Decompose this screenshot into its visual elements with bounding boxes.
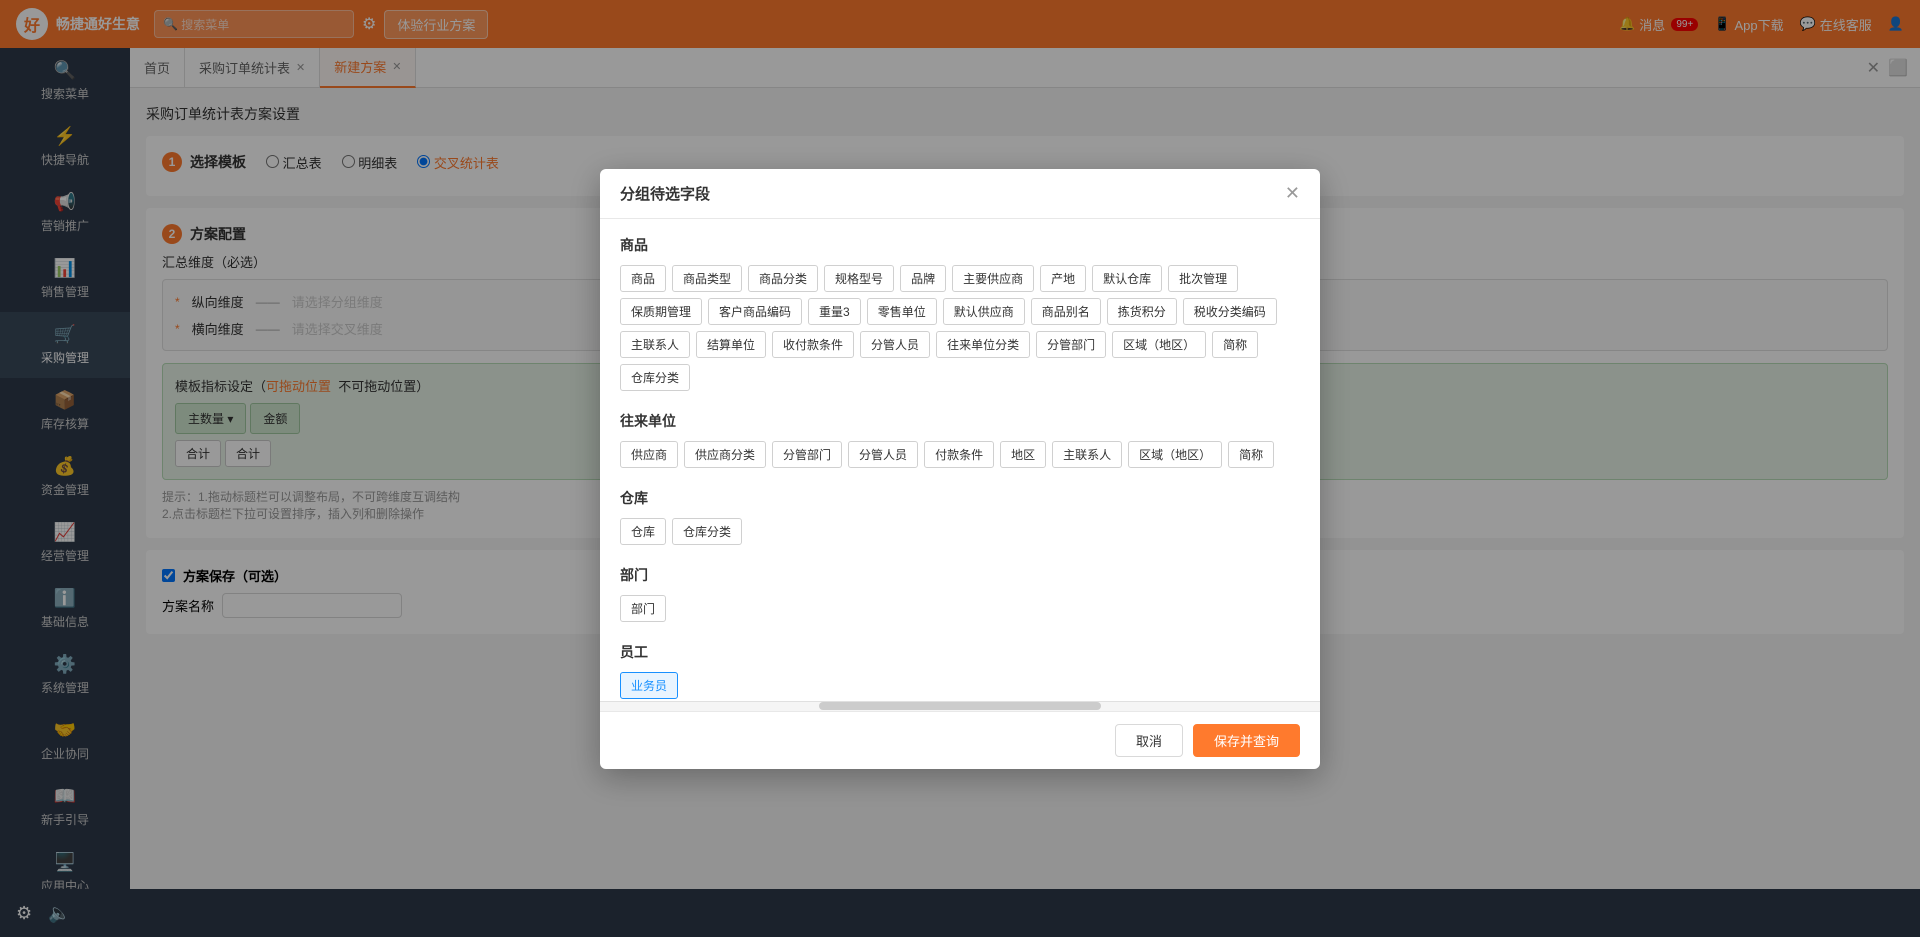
field-tag[interactable]: 品牌 [900,265,946,292]
field-tag[interactable]: 税收分类编码 [1183,298,1277,325]
field-tag[interactable]: 分管部门 [772,441,842,468]
field-section-部门: 部门部门 [620,565,1300,622]
field-section-仓库: 仓库仓库仓库分类 [620,488,1300,545]
field-tag[interactable]: 仓库分类 [672,518,742,545]
field-tag[interactable]: 供应商分类 [684,441,766,468]
field-tag[interactable]: 重量3 [808,298,861,325]
save-query-button[interactable]: 保存并查询 [1193,724,1300,757]
field-section-员工: 员工业务员 [620,642,1300,699]
field-tag[interactable]: 收付款条件 [772,331,854,358]
field-tag[interactable]: 结算单位 [696,331,766,358]
field-tag[interactable]: 商品别名 [1031,298,1101,325]
dialog-body: 商品商品商品类型商品分类规格型号品牌主要供应商产地默认仓库批次管理保质期管理客户… [600,219,1320,701]
field-tag[interactable]: 默认仓库 [1092,265,1162,292]
dialog-close-button[interactable]: ✕ [1285,183,1300,204]
dialog-title: 分组待选字段 [620,183,710,204]
field-tag[interactable]: 商品类型 [672,265,742,292]
field-tags: 仓库仓库分类 [620,518,1300,545]
field-tag[interactable]: 分管人员 [860,331,930,358]
field-section-往来单位: 往来单位供应商供应商分类分管部门分管人员付款条件地区主联系人区域（地区）简称 [620,411,1300,468]
field-tag[interactable]: 区域（地区） [1112,331,1206,358]
field-tag[interactable]: 分管部门 [1036,331,1106,358]
field-tags: 商品商品类型商品分类规格型号品牌主要供应商产地默认仓库批次管理保质期管理客户商品… [620,265,1300,391]
field-section-title: 仓库 [620,488,1300,508]
cancel-button[interactable]: 取消 [1115,724,1183,757]
field-tag[interactable]: 简称 [1228,441,1274,468]
field-tag[interactable]: 往来单位分类 [936,331,1030,358]
field-tag[interactable]: 拣货积分 [1107,298,1177,325]
field-tag[interactable]: 规格型号 [824,265,894,292]
field-tags: 供应商供应商分类分管部门分管人员付款条件地区主联系人区域（地区）简称 [620,441,1300,468]
field-tag[interactable]: 供应商 [620,441,678,468]
field-section-title: 商品 [620,235,1300,255]
field-tag[interactable]: 主联系人 [620,331,690,358]
field-tag[interactable]: 产地 [1040,265,1086,292]
field-tag[interactable]: 保质期管理 [620,298,702,325]
field-tag[interactable]: 主联系人 [1052,441,1122,468]
dialog-footer: 取消 保存并查询 [600,711,1320,769]
field-tags: 业务员 [620,672,1300,699]
field-tag[interactable]: 分管人员 [848,441,918,468]
dialog: 分组待选字段 ✕ 商品商品商品类型商品分类规格型号品牌主要供应商产地默认仓库批次… [600,169,1320,769]
field-tag[interactable]: 仓库分类 [620,364,690,391]
field-tag[interactable]: 零售单位 [867,298,937,325]
field-tag[interactable]: 简称 [1212,331,1258,358]
field-tag[interactable]: 批次管理 [1168,265,1238,292]
field-tag[interactable]: 业务员 [620,672,678,699]
overlay: 分组待选字段 ✕ 商品商品商品类型商品分类规格型号品牌主要供应商产地默认仓库批次… [0,0,1920,937]
horizontal-scrollbar-thumb [819,702,1101,710]
field-section-title: 往来单位 [620,411,1300,431]
field-tag[interactable]: 默认供应商 [943,298,1025,325]
field-tag[interactable]: 区域（地区） [1128,441,1222,468]
field-tag[interactable]: 部门 [620,595,666,622]
field-tag[interactable]: 主要供应商 [952,265,1034,292]
horizontal-scrollbar-area[interactable] [600,701,1320,711]
field-tags: 部门 [620,595,1300,622]
field-tag[interactable]: 付款条件 [924,441,994,468]
field-tag[interactable]: 仓库 [620,518,666,545]
field-tag[interactable]: 商品分类 [748,265,818,292]
field-tag[interactable]: 地区 [1000,441,1046,468]
field-section-title: 员工 [620,642,1300,662]
field-section-商品: 商品商品商品类型商品分类规格型号品牌主要供应商产地默认仓库批次管理保质期管理客户… [620,235,1300,391]
field-section-title: 部门 [620,565,1300,585]
field-tag[interactable]: 商品 [620,265,666,292]
dialog-header: 分组待选字段 ✕ [600,169,1320,219]
field-tag[interactable]: 客户商品编码 [708,298,802,325]
